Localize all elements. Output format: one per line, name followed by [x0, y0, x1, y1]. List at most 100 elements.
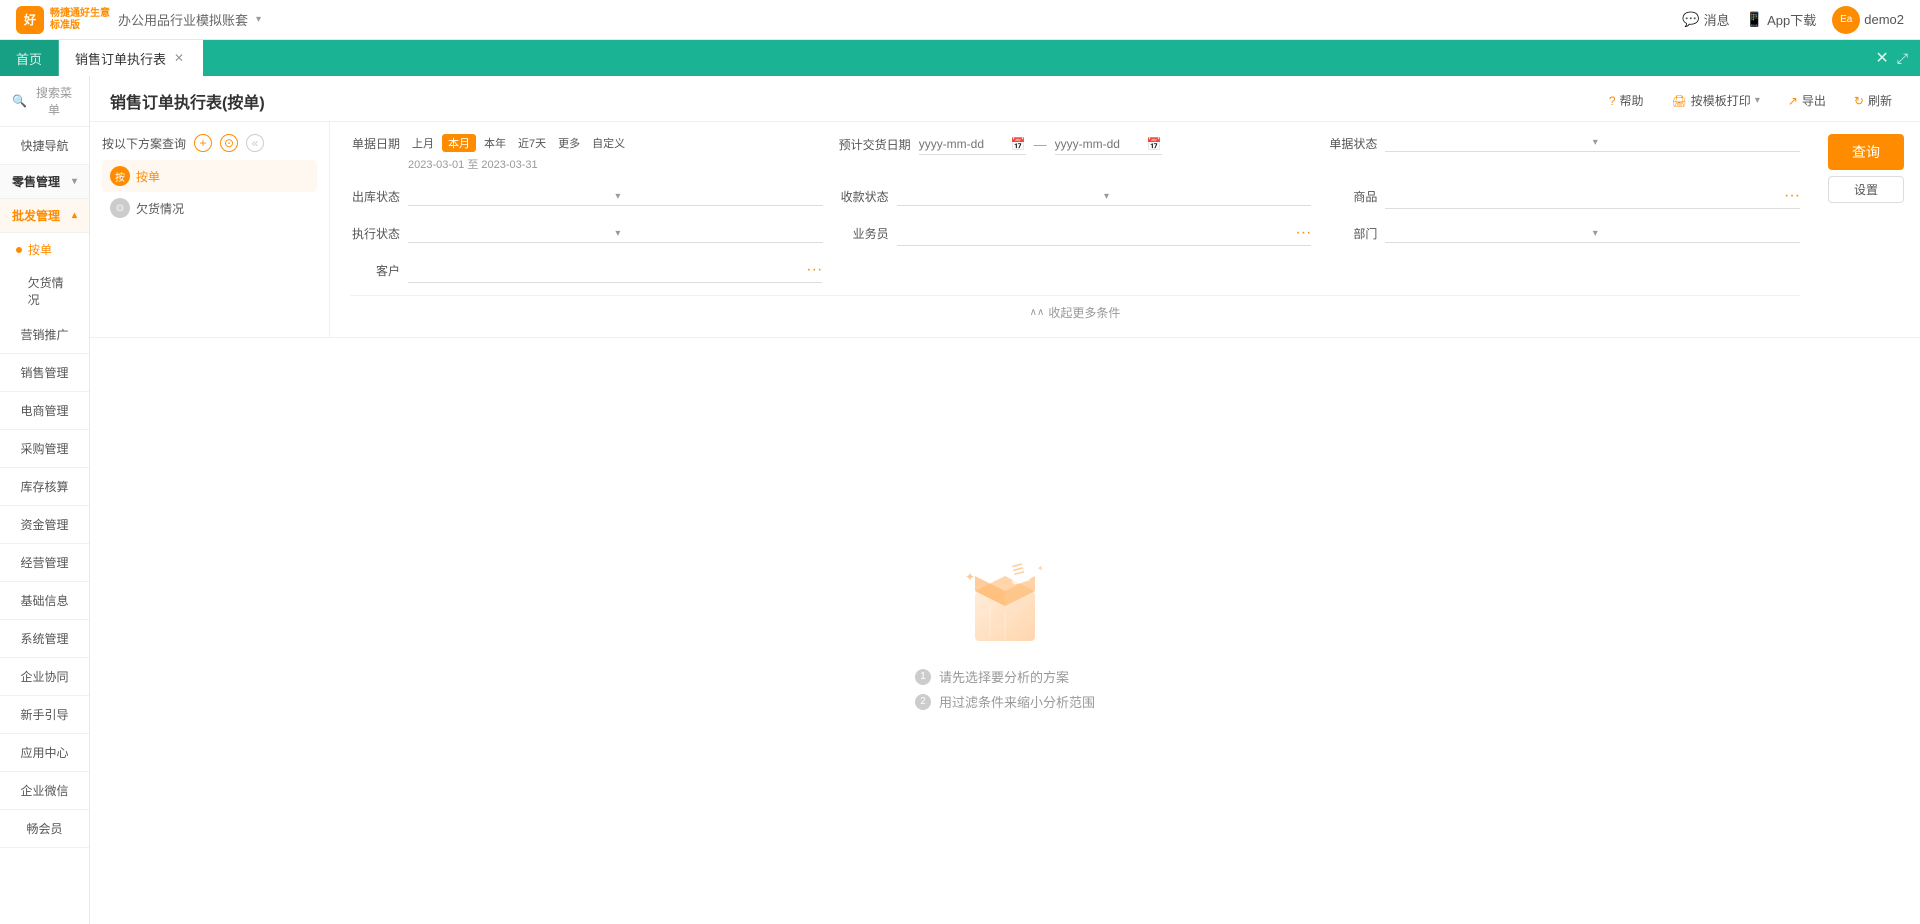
sidebar-item-inventory[interactable]: 库存核算 — [0, 468, 89, 506]
collapse-scheme-button[interactable]: « — [246, 134, 264, 152]
main-layout: 🔍 搜索菜单 快捷导航 零售管理 ▾ 批发管理 ▴ 按单 欠货情况 营销推广 销… — [0, 76, 1920, 924]
message-label: 消息 — [1704, 10, 1730, 29]
sidebar-item-retail[interactable]: 零售管理 ▾ — [0, 165, 89, 199]
product-input-area[interactable]: ··· — [1385, 184, 1800, 209]
date-tab-7days[interactable]: 近7天 — [514, 134, 550, 152]
export-label: 导出 — [1802, 92, 1826, 109]
filter-row-1: 单据日期 上月 本月 本年 近7天 更多 自定义 2023-03-0 — [350, 134, 1800, 172]
query-button[interactable]: 查询 — [1828, 134, 1904, 170]
breadcrumb[interactable]: 办公用品行业模拟账套 ▾ — [118, 10, 261, 29]
export-button[interactable]: ↗ 导出 — [1780, 88, 1834, 113]
outbound-label: 出库状态 — [350, 188, 400, 205]
filter-row-4: 客户 ··· — [350, 258, 1800, 283]
department-dropdown-arrow-icon: ▾ — [1593, 228, 1800, 239]
scheme-press-order[interactable]: 按 按单 — [102, 160, 317, 192]
product-field: 商品 ··· — [1327, 184, 1800, 209]
salesman-label: 业务员 — [839, 225, 889, 242]
sidebar-item-purchase[interactable]: 采购管理 — [0, 430, 89, 468]
sidebar-item-members[interactable]: 畅会员 — [0, 810, 89, 848]
product-dots-icon[interactable]: ··· — [1784, 187, 1800, 205]
date-tab-this-year[interactable]: 本年 — [480, 134, 510, 152]
sidebar-item-sales[interactable]: 销售管理 — [0, 354, 89, 392]
sidebar-app-center-label: 应用中心 — [20, 744, 68, 761]
execution-dropdown[interactable]: ▾ — [408, 225, 823, 243]
help-button[interactable]: ? 帮助 — [1601, 88, 1652, 113]
filter-row-2: 出库状态 ▾ 收款状态 ▾ 商品 — [350, 184, 1800, 209]
sidebar-item-system[interactable]: 系统管理 — [0, 620, 89, 658]
department-label: 部门 — [1327, 225, 1377, 242]
salesman-dots-icon[interactable]: ··· — [1295, 224, 1311, 242]
tab-close-window-icon[interactable]: ✕ — [1875, 48, 1888, 68]
sidebar-operations-label: 经营管理 — [20, 554, 68, 571]
tab-expand-icon[interactable]: ⤢ — [1897, 50, 1908, 67]
date-tab-last-month[interactable]: 上月 — [408, 134, 438, 152]
sidebar-sub-owe-detail-label: 欠货情况 — [28, 274, 73, 308]
empty-illustration: ✦ ✦ — [955, 551, 1055, 651]
sidebar-sub-press-order[interactable]: 按单 — [0, 233, 89, 266]
sidebar-item-newbie[interactable]: 新手引导 — [0, 696, 89, 734]
app-download-action[interactable]: 📱 App下载 — [1746, 10, 1817, 29]
scheme-owe-detail[interactable]: ⊙ 欠货情况 — [102, 192, 317, 224]
tab-close-icon[interactable]: ✕ — [172, 51, 186, 65]
tab-home[interactable]: 首页 — [0, 40, 59, 76]
sidebar-item-finance[interactable]: 资金管理 — [0, 506, 89, 544]
message-icon: 💬 — [1682, 11, 1699, 28]
collapse-bar[interactable]: ∧∧ 收起更多条件 — [350, 295, 1800, 329]
sidebar-sub-owe-detail[interactable]: 欠货情况 — [0, 266, 89, 316]
sidebar-basic-label: 基础信息 — [20, 592, 68, 609]
customer-input-area[interactable]: ··· — [408, 258, 822, 283]
message-action[interactable]: 💬 消息 — [1682, 10, 1729, 29]
receipt-dropdown[interactable]: ▾ — [897, 188, 1312, 206]
content-area: 销售订单执行表(按单) ? 帮助 🖨 按模板打印 ▾ ↗ 导出 ↻ 刷新 — [90, 76, 1920, 924]
tab-sales-order[interactable]: 销售订单执行表 ✕ — [59, 40, 203, 76]
svg-text:✦: ✦ — [1037, 564, 1044, 573]
sidebar-item-ecommerce[interactable]: 电商管理 — [0, 392, 89, 430]
outbound-dropdown[interactable]: ▾ — [408, 188, 823, 206]
date-row: 单据日期 上月 本月 本年 近7天 更多 自定义 — [350, 134, 823, 152]
expected-date-start-input[interactable] — [919, 137, 1007, 151]
logo-area: 好 畅捷通好生意 标准版 — [16, 6, 110, 34]
date-tab-custom[interactable]: 自定义 — [588, 134, 629, 152]
setting-button[interactable]: 设置 — [1828, 176, 1904, 203]
sidebar-item-marketing[interactable]: 营销推广 — [0, 316, 89, 354]
app-logo-icon: 好 — [16, 6, 44, 34]
sidebar-search[interactable]: 🔍 搜索菜单 — [0, 76, 89, 127]
edit-scheme-button[interactable]: ⊙ — [220, 134, 238, 152]
sidebar-item-wechat[interactable]: 企业微信 — [0, 772, 89, 810]
refresh-button[interactable]: ↻ 刷新 — [1846, 88, 1900, 113]
sidebar-retail-label: 零售管理 — [12, 173, 60, 190]
expected-date-row: 预计交货日期 📅 — 📅 — [839, 134, 1312, 155]
help-icon: ? — [1609, 94, 1616, 108]
sidebar: 🔍 搜索菜单 快捷导航 零售管理 ▾ 批发管理 ▴ 按单 欠货情况 营销推广 销… — [0, 76, 90, 924]
date-tabs-group: 上月 本月 本年 近7天 更多 自定义 — [408, 134, 629, 152]
filter-row-3: 执行状态 ▾ 业务员 ··· 部门 — [350, 221, 1800, 246]
help-label: 帮助 — [1620, 92, 1644, 109]
sidebar-item-wholesale[interactable]: 批发管理 ▴ — [0, 199, 89, 233]
sidebar-quick-nav[interactable]: 快捷导航 — [0, 127, 89, 165]
date-tab-this-month[interactable]: 本月 — [442, 134, 476, 152]
customer-field: 客户 ··· — [350, 258, 822, 283]
breadcrumb-dropdown-icon[interactable]: ▾ — [256, 14, 261, 25]
user-action[interactable]: Ea demo2 — [1832, 6, 1904, 34]
expected-date-end-input[interactable] — [1055, 137, 1143, 151]
empty-step-1: 1 请先选择要分析的方案 — [915, 667, 1095, 686]
sidebar-item-operations[interactable]: 经营管理 — [0, 544, 89, 582]
download-icon: 📱 — [1746, 11, 1763, 28]
scheme-header: 按以下方案查询 + ⊙ « — [102, 134, 317, 152]
sidebar-enterprise-label: 企业协同 — [20, 668, 68, 685]
calendar-start-icon[interactable]: 📅 — [1011, 137, 1026, 151]
print-dropdown-icon: ▾ — [1755, 95, 1760, 106]
print-button[interactable]: 🖨 按模板打印 ▾ — [1664, 88, 1768, 113]
calendar-end-icon[interactable]: 📅 — [1147, 137, 1162, 151]
add-scheme-button[interactable]: + — [194, 134, 212, 152]
date-range-text-area: 2023-03-01 至 2023-03-31 — [408, 156, 823, 172]
department-dropdown[interactable]: ▾ — [1385, 225, 1800, 243]
sidebar-item-enterprise[interactable]: 企业协同 — [0, 658, 89, 696]
salesman-input-area[interactable]: ··· — [897, 221, 1312, 246]
customer-dots-icon[interactable]: ··· — [806, 261, 822, 279]
sidebar-item-basic[interactable]: 基础信息 — [0, 582, 89, 620]
sidebar-item-app-center[interactable]: 应用中心 — [0, 734, 89, 772]
date-tab-more[interactable]: 更多 — [554, 134, 584, 152]
status-dropdown[interactable]: ▾ — [1385, 134, 1800, 152]
date-field-group: 单据日期 上月 本月 本年 近7天 更多 自定义 2023-03-0 — [350, 134, 823, 172]
